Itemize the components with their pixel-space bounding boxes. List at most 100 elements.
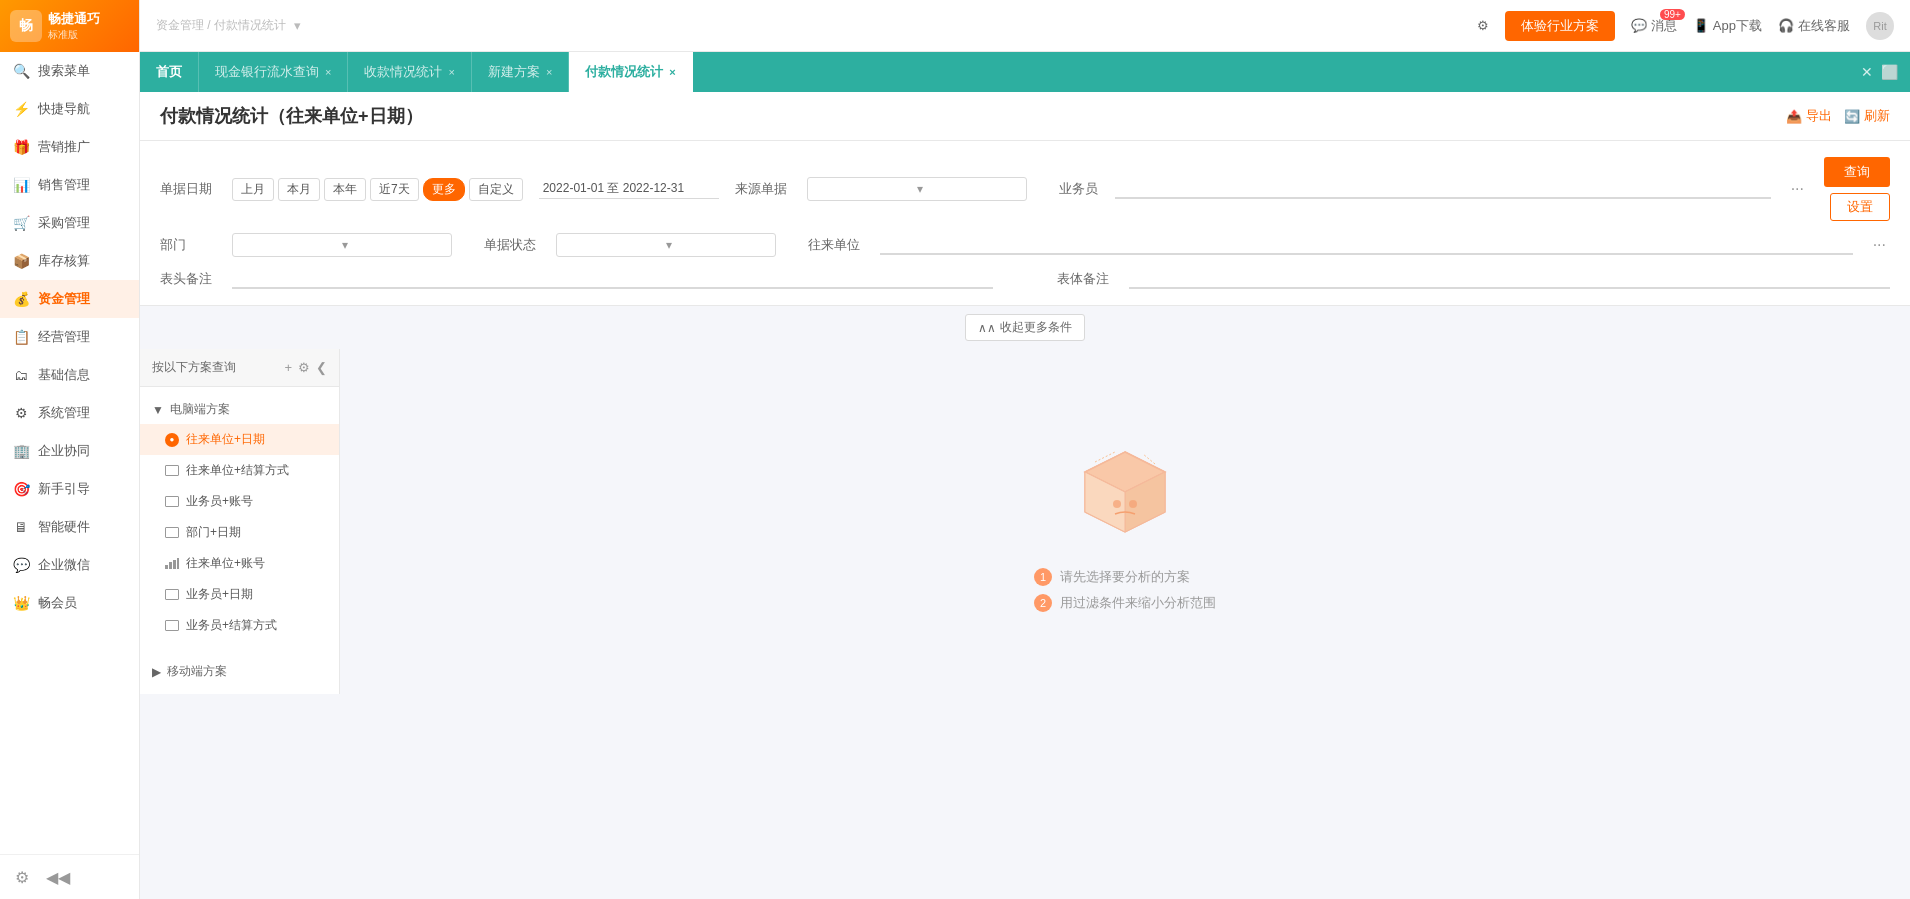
add-scheme-icon[interactable]: +	[284, 360, 292, 375]
doc-status-label: 单据状态	[484, 236, 540, 254]
date-btn-custom[interactable]: 自定义	[469, 178, 523, 201]
panel-item-salesperson-account[interactable]: 业务员+账号	[140, 486, 339, 517]
sidebar-item-purchase[interactable]: 🛒 采购管理	[0, 204, 139, 242]
filter-settings-btn[interactable]: 设置	[1830, 193, 1890, 221]
date-btn-more[interactable]: 更多	[423, 178, 465, 201]
tab-pay-stats[interactable]: 付款情况统计 ×	[569, 52, 692, 92]
settings-gear-icon: ⚙	[1477, 18, 1489, 33]
refresh-btn[interactable]: 🔄 刷新	[1844, 107, 1890, 125]
doc-status-select[interactable]: ▾	[556, 233, 776, 257]
app-sub: 标准版	[48, 28, 100, 42]
close-window-icon[interactable]: ✕	[1861, 64, 1873, 80]
message-chat-icon: 💬	[1631, 18, 1647, 33]
salesperson-input[interactable]	[1115, 179, 1771, 198]
dept-select[interactable]: ▾	[232, 233, 452, 257]
body-note-wrap	[1129, 269, 1890, 289]
pc-section-title[interactable]: ▼ 电脑端方案	[140, 395, 339, 424]
tab-bank-flow-close[interactable]: ×	[325, 66, 331, 78]
panel-item-partner-settlement[interactable]: 往来单位+结算方式	[140, 455, 339, 486]
empty-tip-2: 2 用过滤条件来缩小分析范围	[1034, 594, 1216, 612]
date-btn-this-year[interactable]: 本年	[324, 178, 366, 201]
collapse-conditions-btn[interactable]: ∧∧ 收起更多条件	[965, 314, 1085, 341]
partner-more-btn[interactable]: ···	[1869, 236, 1890, 254]
tab-new-plan-close[interactable]: ×	[546, 66, 552, 78]
tab-payment-stats-close[interactable]: ×	[448, 66, 454, 78]
sidebar-nav: 🔍 搜索菜单 ⚡ 快捷导航 🎁 营销推广 📊 销售管理 🛒 采购管理 📦 库存核…	[0, 52, 139, 854]
sidebar-item-label: 库存核算	[38, 252, 90, 270]
salesperson-account-label: 业务员+账号	[186, 493, 253, 510]
settings-icon-btn[interactable]: ⚙	[1477, 18, 1489, 33]
sidebar-item-finance[interactable]: 💰 资金管理	[0, 280, 139, 318]
tip-num-2: 2	[1034, 594, 1052, 612]
export-btn[interactable]: 📤 导出	[1786, 107, 1832, 125]
header-note-input[interactable]	[232, 269, 993, 288]
sidebar-item-quick-nav[interactable]: ⚡ 快捷导航	[0, 90, 139, 128]
panel-item-salesperson-settlement[interactable]: 业务员+结算方式	[140, 610, 339, 641]
panel-item-partner-account[interactable]: 往来单位+账号	[140, 548, 339, 579]
online-service-btn[interactable]: 🎧 在线客服	[1778, 17, 1850, 35]
sidebar-item-operation[interactable]: 📋 经营管理	[0, 318, 139, 356]
tab-pay-stats-close[interactable]: ×	[669, 66, 675, 78]
partner-settlement-icon	[164, 463, 180, 479]
enterprise-icon: 🏢	[12, 442, 30, 460]
sidebar-item-system[interactable]: ⚙ 系统管理	[0, 394, 139, 432]
sidebar-item-inventory[interactable]: 📦 库存核算	[0, 242, 139, 280]
empty-illustration	[1065, 432, 1185, 552]
salesperson-date-icon	[164, 587, 180, 603]
empty-tips: 1 请先选择要分析的方案 2 用过滤条件来缩小分析范围	[1034, 568, 1216, 612]
logo-icon: 畅	[10, 10, 42, 42]
sidebar-item-hardware[interactable]: 🖥 智能硬件	[0, 508, 139, 546]
svg-point-9	[1129, 500, 1137, 508]
salesperson-more-btn[interactable]: ···	[1787, 180, 1808, 198]
sidebar-item-search[interactable]: 🔍 搜索菜单	[0, 52, 139, 90]
app-download-label: App下载	[1713, 17, 1762, 35]
filter-action-btns: 查询 设置	[1824, 157, 1890, 221]
partner-input[interactable]	[880, 235, 1853, 254]
mobile-section: ▶ 移动端方案	[140, 649, 339, 694]
sidebar-item-base[interactable]: 🗂 基础信息	[0, 356, 139, 394]
sidebar-item-member[interactable]: 👑 畅会员	[0, 584, 139, 622]
app-download-btn[interactable]: 📱 App下载	[1693, 17, 1762, 35]
salesperson-account-icon	[164, 494, 180, 510]
sidebar-item-enterprise[interactable]: 🏢 企业协同	[0, 432, 139, 470]
sidebar-item-sales[interactable]: 📊 销售管理	[0, 166, 139, 204]
tab-payment-stats[interactable]: 收款情况统计 ×	[348, 52, 471, 92]
bottom-settings-icon[interactable]: ⚙	[8, 863, 36, 891]
left-panel-title: 按以下方案查询	[152, 359, 236, 376]
tab-bank-flow-label: 现金银行流水查询	[215, 63, 319, 81]
message-btn[interactable]: 💬 消息 99+	[1631, 17, 1677, 35]
user-avatar[interactable]: Rit	[1866, 12, 1894, 40]
sidebar-item-marketing[interactable]: 🎁 营销推广	[0, 128, 139, 166]
date-btn-7days[interactable]: 近7天	[370, 178, 419, 201]
panel-item-salesperson-date[interactable]: 业务员+日期	[140, 579, 339, 610]
panel-item-partner-date[interactable]: ● 往来单位+日期	[140, 424, 339, 455]
sidebar-item-weixin[interactable]: 💬 企业微信	[0, 546, 139, 584]
salesperson-settlement-label: 业务员+结算方式	[186, 617, 277, 634]
source-doc-select[interactable]: ▾	[807, 177, 1027, 201]
collapse-panel-icon[interactable]: ❮	[316, 360, 327, 375]
page-header: 付款情况统计（往来单位+日期） 📤 导出 🔄 刷新	[140, 92, 1910, 141]
body-note-input[interactable]	[1129, 269, 1890, 288]
tab-home[interactable]: 首页	[140, 52, 199, 92]
panel-item-dept-date[interactable]: 部门+日期	[140, 517, 339, 548]
empty-state: 1 请先选择要分析的方案 2 用过滤条件来缩小分析范围	[340, 349, 1910, 694]
query-btn[interactable]: 查询	[1824, 157, 1890, 187]
sidebar-item-label: 营销推广	[38, 138, 90, 156]
content-area: 按以下方案查询 + ⚙ ❮ ▼ 电脑端方案	[140, 349, 1910, 694]
date-range-input[interactable]	[539, 180, 719, 199]
date-btn-this-month[interactable]: 本月	[278, 178, 320, 201]
tab-bank-flow[interactable]: 现金银行流水查询 ×	[199, 52, 348, 92]
maximize-window-icon[interactable]: ⬜	[1881, 64, 1898, 80]
mobile-section-title[interactable]: ▶ 移动端方案	[140, 657, 339, 686]
page-content: 付款情况统计（往来单位+日期） 📤 导出 🔄 刷新 单据日期	[140, 92, 1910, 899]
sidebar-item-guide[interactable]: 🎯 新手引导	[0, 470, 139, 508]
scheme-settings-icon[interactable]: ⚙	[298, 360, 310, 375]
filter-fields: 单据日期 上月 本月 本年 近7天 更多 自定义	[160, 157, 1890, 289]
inventory-icon: 📦	[12, 252, 30, 270]
tab-new-plan[interactable]: 新建方案 ×	[472, 52, 569, 92]
sales-icon: 📊	[12, 176, 30, 194]
collapse-sidebar-icon[interactable]: ◀◀	[44, 863, 72, 891]
trial-btn[interactable]: 体验行业方案	[1505, 11, 1615, 41]
date-btn-last-month[interactable]: 上月	[232, 178, 274, 201]
collapse-label: 收起更多条件	[1000, 319, 1072, 336]
